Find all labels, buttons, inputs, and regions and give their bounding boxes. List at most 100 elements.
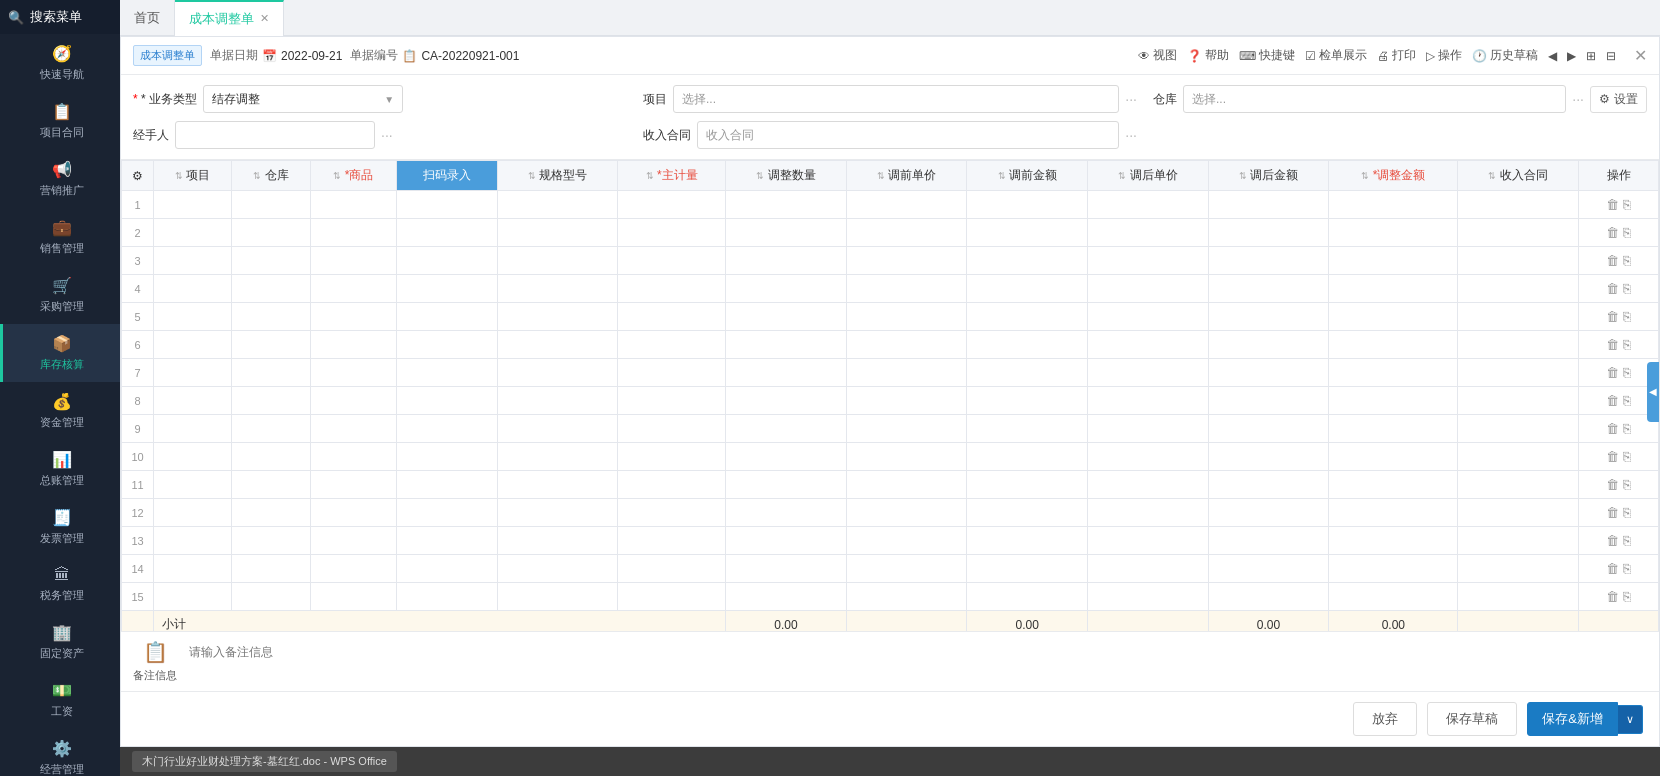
warehouse-input[interactable]: 选择...: [1183, 85, 1566, 113]
handler-input[interactable]: [175, 121, 375, 149]
sidebar-item-ledger-mgmt[interactable]: 📊总账管理: [0, 440, 120, 498]
cell-post-unit-price-2[interactable]: [1088, 219, 1209, 247]
cell-adjust-amount-8[interactable]: [1329, 387, 1458, 415]
cell-post-amount-14[interactable]: [1208, 555, 1329, 583]
cell-spec-2[interactable]: [497, 219, 618, 247]
cell-warehouse-12[interactable]: [232, 499, 310, 527]
cell-adjust-qty-7[interactable]: [726, 359, 847, 387]
cell-pre-amount-14[interactable]: [967, 555, 1088, 583]
cell-post-amount-15[interactable]: [1208, 583, 1329, 611]
sidebar-item-fixed-assets[interactable]: 🏢固定资产: [0, 613, 120, 671]
cell-project-1[interactable]: [154, 191, 232, 219]
sidebar-item-project-contract[interactable]: 📋项目合同: [0, 92, 120, 150]
cell-warehouse-15[interactable]: [232, 583, 310, 611]
cell-product-5[interactable]: [310, 303, 397, 331]
cell-spec-15[interactable]: [497, 583, 618, 611]
cell-adjust-qty-1[interactable]: [726, 191, 847, 219]
cell-unit-8[interactable]: [618, 387, 726, 415]
cell-adjust-qty-9[interactable]: [726, 415, 847, 443]
cell-warehouse-7[interactable]: [232, 359, 310, 387]
cell-post-amount-13[interactable]: [1208, 527, 1329, 555]
cell-adjust-qty-6[interactable]: [726, 331, 847, 359]
copy-icon-2[interactable]: ⎘: [1623, 225, 1631, 240]
sidebar-item-invoice-mgmt[interactable]: 🧾发票管理: [0, 498, 120, 556]
cell-spec-1[interactable]: [497, 191, 618, 219]
cell-income-contract-11[interactable]: [1458, 471, 1579, 499]
cell-adjust-amount-2[interactable]: [1329, 219, 1458, 247]
cell-product-14[interactable]: [310, 555, 397, 583]
cell-scan-14[interactable]: [397, 555, 498, 583]
cell-post-unit-price-9[interactable]: [1088, 415, 1209, 443]
biz-type-input[interactable]: 结存调整 ▼: [203, 85, 403, 113]
save-draft-button[interactable]: 保存草稿: [1427, 702, 1517, 736]
cell-adjust-amount-11[interactable]: [1329, 471, 1458, 499]
discard-button[interactable]: 放弃: [1353, 702, 1417, 736]
cell-project-12[interactable]: [154, 499, 232, 527]
cell-unit-15[interactable]: [618, 583, 726, 611]
cell-pre-amount-13[interactable]: [967, 527, 1088, 555]
cell-unit-3[interactable]: [618, 247, 726, 275]
delete-icon-7[interactable]: 🗑: [1606, 365, 1619, 380]
sidebar-item-ops-mgmt[interactable]: ⚙️经营管理: [0, 729, 120, 776]
cell-adjust-amount-3[interactable]: [1329, 247, 1458, 275]
cell-pre-unit-price-4[interactable]: [846, 275, 967, 303]
cell-adjust-amount-9[interactable]: [1329, 415, 1458, 443]
cell-scan-11[interactable]: [397, 471, 498, 499]
cell-unit-14[interactable]: [618, 555, 726, 583]
cell-spec-11[interactable]: [497, 471, 618, 499]
cell-warehouse-11[interactable]: [232, 471, 310, 499]
cell-income-contract-12[interactable]: [1458, 499, 1579, 527]
cell-pre-unit-price-9[interactable]: [846, 415, 967, 443]
copy-icon-11[interactable]: ⎘: [1623, 477, 1631, 492]
cell-scan-5[interactable]: [397, 303, 498, 331]
cell-unit-2[interactable]: [618, 219, 726, 247]
cell-pre-unit-price-7[interactable]: [846, 359, 967, 387]
cell-post-unit-price-8[interactable]: [1088, 387, 1209, 415]
col-settings[interactable]: ⚙: [122, 161, 154, 191]
cell-project-6[interactable]: [154, 331, 232, 359]
cell-warehouse-14[interactable]: [232, 555, 310, 583]
delete-icon-12[interactable]: 🗑: [1606, 505, 1619, 520]
cell-unit-6[interactable]: [618, 331, 726, 359]
cell-post-amount-12[interactable]: [1208, 499, 1329, 527]
copy-icon-4[interactable]: ⎘: [1623, 281, 1631, 296]
delete-icon-5[interactable]: 🗑: [1606, 309, 1619, 324]
cell-warehouse-1[interactable]: [232, 191, 310, 219]
cell-pre-unit-price-6[interactable]: [846, 331, 967, 359]
history-action[interactable]: 🕐 历史草稿: [1472, 47, 1538, 64]
cell-spec-9[interactable]: [497, 415, 618, 443]
cell-product-15[interactable]: [310, 583, 397, 611]
cell-unit-10[interactable]: [618, 443, 726, 471]
nav-prev[interactable]: ◀: [1548, 49, 1557, 63]
print-action[interactable]: 🖨 打印: [1377, 47, 1416, 64]
cell-income-contract-9[interactable]: [1458, 415, 1579, 443]
delete-icon-3[interactable]: 🗑: [1606, 253, 1619, 268]
save-new-button[interactable]: 保存&新增: [1527, 702, 1618, 736]
cell-post-unit-price-5[interactable]: [1088, 303, 1209, 331]
cell-income-contract-15[interactable]: [1458, 583, 1579, 611]
cell-unit-4[interactable]: [618, 275, 726, 303]
cell-pre-amount-5[interactable]: [967, 303, 1088, 331]
cell-unit-5[interactable]: [618, 303, 726, 331]
cell-project-5[interactable]: [154, 303, 232, 331]
delete-icon-1[interactable]: 🗑: [1606, 197, 1619, 212]
cell-spec-6[interactable]: [497, 331, 618, 359]
cell-post-amount-1[interactable]: [1208, 191, 1329, 219]
cell-scan-10[interactable]: [397, 443, 498, 471]
cell-spec-12[interactable]: [497, 499, 618, 527]
project-more[interactable]: ···: [1125, 91, 1137, 107]
cell-spec-3[interactable]: [497, 247, 618, 275]
project-input[interactable]: 选择...: [673, 85, 1119, 113]
taskbar-item[interactable]: 木门行业好业财处理方案-墓红红.doc - WPS Office: [132, 751, 397, 772]
tab-close-icon[interactable]: ✕: [260, 12, 269, 25]
cell-post-unit-price-6[interactable]: [1088, 331, 1209, 359]
copy-icon-5[interactable]: ⎘: [1623, 309, 1631, 324]
sidebar-item-quick-nav[interactable]: 🧭快速导航: [0, 34, 120, 92]
cell-post-unit-price-7[interactable]: [1088, 359, 1209, 387]
cell-product-2[interactable]: [310, 219, 397, 247]
cell-product-3[interactable]: [310, 247, 397, 275]
cell-product-1[interactable]: [310, 191, 397, 219]
tab-cost-adjust[interactable]: 成本调整单 ✕: [175, 0, 284, 36]
cell-income-contract-4[interactable]: [1458, 275, 1579, 303]
handler-more[interactable]: ···: [381, 127, 393, 143]
